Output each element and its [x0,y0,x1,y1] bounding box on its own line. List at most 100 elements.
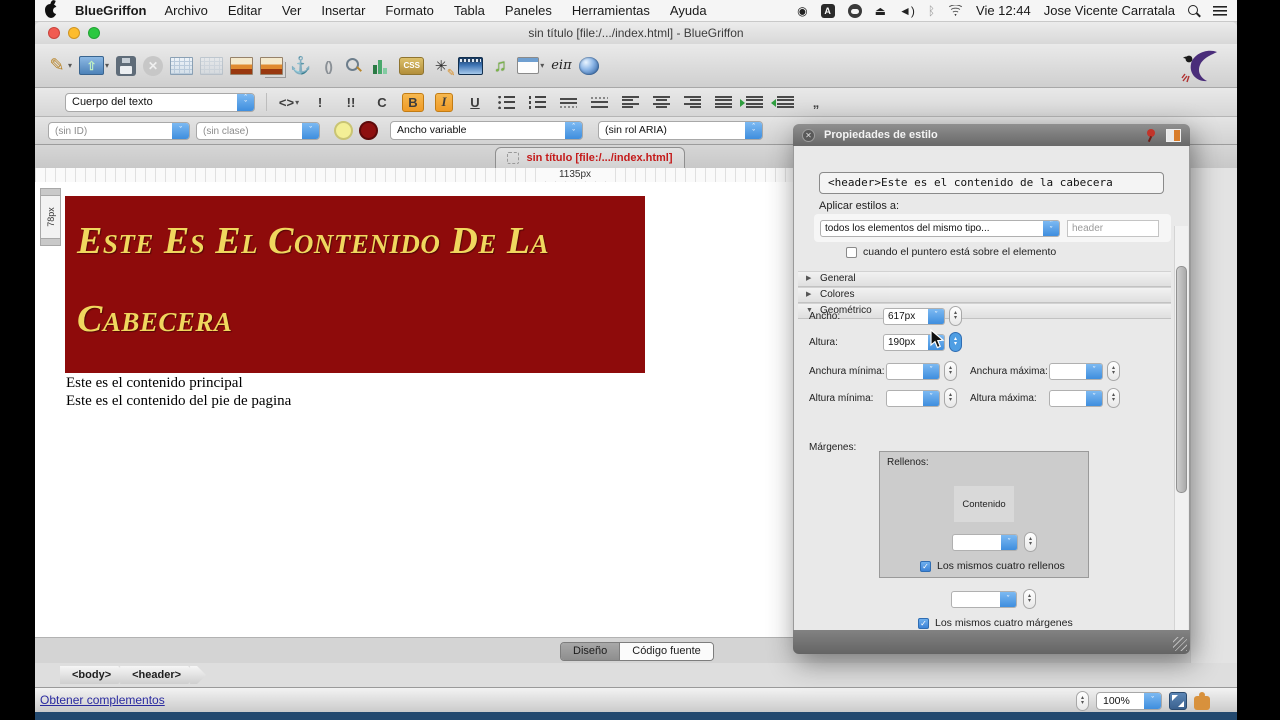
anchor-icon[interactable]: ⚓ [290,55,311,77]
main-content-text[interactable]: Este es el contenido principal [66,374,291,392]
addons-puzzle-icon[interactable] [1194,691,1210,710]
pin-icon[interactable] [1145,128,1157,142]
creative-cloud-icon[interactable] [847,3,862,18]
numbered-list-icon[interactable] [526,92,548,112]
find-replace-icon[interactable] [345,57,365,75]
new-document-icon[interactable]: ✎ ▾ [47,55,72,77]
apple-menu-icon[interactable] [45,3,60,18]
input-source-icon[interactable]: A [820,3,835,18]
design-view-tab[interactable]: Diseño [561,643,620,660]
zoom-level-select[interactable]: 100% ˇ [1096,692,1162,710]
volume-icon[interactable]: ◄) [899,4,915,18]
save-icon[interactable] [116,55,137,76]
spotlight-search-icon[interactable] [1188,4,1200,17]
min-width-select[interactable]: ˇ [886,362,940,380]
menu-item[interactable]: Archivo [165,3,208,18]
min-height-stepper[interactable]: ▴ ▾ [944,388,957,408]
hover-checkbox[interactable] [846,246,857,258]
accordion-section-header[interactable]: Colores [798,287,1171,303]
width-stepper[interactable]: ▴ ▾ [949,306,962,326]
bold-button[interactable]: B [402,92,424,112]
align-center-icon[interactable] [650,92,672,112]
minimize-window-button[interactable] [68,27,80,39]
close-window-button[interactable] [48,27,60,39]
margin-stepper[interactable]: ▴ ▾ [1023,589,1036,609]
zoom-stepper[interactable]: ▴ ▾ [1076,691,1089,711]
menu-item[interactable]: Editar [228,3,262,18]
insert-form-icon[interactable]: ▾ [517,57,544,74]
spacing-above-icon[interactable] [557,92,579,112]
spacing-below-icon[interactable] [588,92,610,112]
panel-scrollbar-thumb[interactable] [1176,266,1187,493]
apply-target-input[interactable] [1067,219,1159,237]
bluetooth-icon[interactable]: ᛒ [928,4,935,18]
apply-mode-select[interactable]: todos los elementos del mismo tipo... ˆˇ [820,219,1060,237]
same-margins-checkbox[interactable] [918,617,929,629]
menu-item[interactable]: Formato [385,3,433,18]
align-left-icon[interactable] [619,92,641,112]
panel-close-icon[interactable]: ✕ [802,128,815,142]
width-mode-select[interactable]: Ancho variable ˆˇ [390,121,583,140]
stop-icon[interactable]: ✕ [143,55,164,76]
height-stepper[interactable]: ▴ ▾ [949,332,962,352]
wifi-icon[interactable] [948,5,964,16]
strong-button[interactable]: !! [340,92,362,112]
document-tab[interactable]: sin título [file:/.../index.html] [495,147,685,168]
spellcheck-icon[interactable]: ✳ [431,55,455,79]
accordion-section-header[interactable]: General [798,271,1171,287]
padding-stepper[interactable]: ▴ ▾ [1024,532,1037,552]
menu-item[interactable]: Ver [282,3,302,18]
align-justify-icon[interactable] [712,92,734,112]
max-width-stepper[interactable]: ▴ ▾ [1107,361,1120,381]
code-button[interactable]: C [371,92,393,112]
menu-item[interactable]: Ayuda [670,3,707,18]
max-width-select[interactable]: ˇ [1049,362,1103,380]
element-id-select[interactable]: (sin ID) ˇ [48,121,190,140]
chart-icon[interactable] [372,57,393,74]
panel-scrollbar[interactable] [1174,226,1188,630]
source-view-tab[interactable]: Código fuente [619,643,713,660]
background-color-swatch[interactable] [359,121,378,140]
insert-math-icon[interactable]: eiπ [551,55,571,77]
screen-record-icon[interactable]: ◉ [797,4,807,18]
same-paddings-checkbox[interactable] [920,560,931,572]
table-properties-icon[interactable] [200,56,224,75]
paragraph-style-select[interactable]: Cuerpo del texto ˆˇ [65,92,255,112]
menu-item[interactable]: Paneles [505,3,552,18]
padding-select[interactable]: ˇ [952,534,1018,551]
insert-table-icon[interactable] [170,56,194,75]
document-header-element[interactable]: Este Es El Contenido De La Cabecera [65,196,645,373]
max-height-stepper[interactable]: ▴ ▾ [1107,388,1120,408]
width-select[interactable]: 617px ˇ [883,307,945,325]
insert-thumbnail-icon[interactable] [260,56,284,75]
max-height-select[interactable]: ˇ [1049,389,1103,407]
css-editor-icon[interactable]: CSS [399,56,425,75]
preview-browser-icon[interactable] [578,56,599,75]
open-file-icon[interactable]: ⇧ ▾ [79,56,109,75]
app-menu-bluegriffon[interactable]: BlueGriffon [75,3,147,18]
panel-title-bar[interactable]: ✕ Propiedades de estilo [793,124,1190,146]
footer-content-text[interactable]: Este es el contenido del pie de pagina [66,392,291,410]
link-icon[interactable]: () [318,55,338,77]
menu-bar-user[interactable]: Jose Vicente Carratala [1044,3,1175,18]
italic-button[interactable]: I [433,92,455,112]
aria-role-select[interactable]: (sin rol ARIA) ˆˇ [598,121,763,140]
min-height-select[interactable]: ˇ [886,389,940,407]
notification-center-icon[interactable] [1213,5,1227,16]
margin-select[interactable]: ˇ [951,591,1017,608]
text-color-swatch[interactable] [334,121,353,140]
document-body-text[interactable]: Este es el contenido principal Este es e… [66,374,291,410]
align-right-icon[interactable] [681,92,703,112]
element-class-select[interactable]: (sin clase) ˇ [196,121,320,140]
insert-image-icon[interactable] [230,56,254,75]
breadcrumb-item[interactable]: <header> [120,666,197,684]
menu-item[interactable]: Insertar [321,3,365,18]
insert-audio-icon[interactable]: ♫ [490,55,510,77]
underline-button[interactable]: U [464,92,486,112]
resize-grip-icon[interactable] [1173,637,1187,651]
bullet-list-icon[interactable] [495,92,517,112]
eject-icon[interactable]: ⏏ [875,4,886,18]
breadcrumb-item[interactable]: <body> [60,666,127,684]
emphasis-button[interactable]: ! [309,92,331,112]
menu-item[interactable]: Herramientas [572,3,650,18]
